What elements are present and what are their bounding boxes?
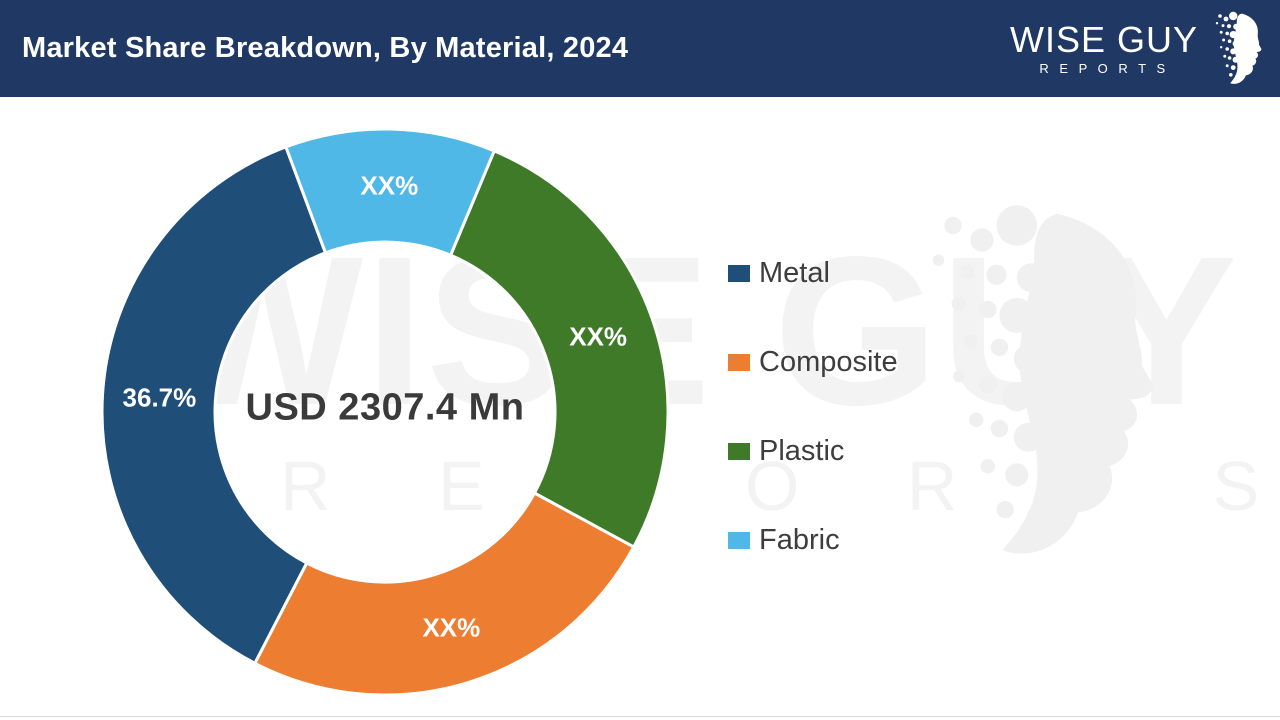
legend-item-plastic: Plastic <box>728 436 898 466</box>
donut-segment-plastic <box>449 149 670 549</box>
logo-text: WISE GUY R E P O R T S <box>1009 18 1198 76</box>
legend-item-metal: Metal <box>728 258 898 288</box>
legend-label: Fabric <box>759 523 840 556</box>
logo-subtitle: R E P O R T S <box>1039 60 1169 76</box>
legend-label: Composite <box>759 345 898 378</box>
slice-label-plastic: XX% <box>569 321 628 352</box>
slice-label-fabric: XX% <box>360 170 419 201</box>
legend-swatch <box>728 353 750 371</box>
logo-face-icon <box>1215 11 1262 84</box>
donut-chart <box>100 127 670 697</box>
wise-guy-logo: WISE GUY R E P O R T S <box>1010 8 1262 90</box>
legend-swatch <box>728 442 750 460</box>
legend-label: Plastic <box>759 434 845 467</box>
page-title: Market Share Breakdown, By Material, 202… <box>22 32 629 64</box>
legend-item-composite: Composite <box>728 347 898 377</box>
chart-legend: Metal Composite Plastic Fabric <box>728 258 898 555</box>
donut-segment-composite <box>253 491 636 697</box>
chart-center-value: USD 2307.4 Mn <box>245 386 525 429</box>
header-bar: Market Share Breakdown, By Material, 202… <box>0 0 1280 97</box>
slice-label-composite: XX% <box>422 612 481 643</box>
report-canvas: Market Share Breakdown, By Material, 202… <box>0 0 1280 720</box>
legend-item-fabric: Fabric <box>728 525 898 555</box>
legend-swatch <box>728 531 750 549</box>
legend-label: Metal <box>759 256 830 289</box>
slice-label-metal: 36.7% <box>122 382 197 413</box>
logo-wordmark: WISE GUY <box>1009 18 1198 60</box>
bottom-divider <box>0 716 1280 717</box>
legend-swatch <box>728 264 750 282</box>
